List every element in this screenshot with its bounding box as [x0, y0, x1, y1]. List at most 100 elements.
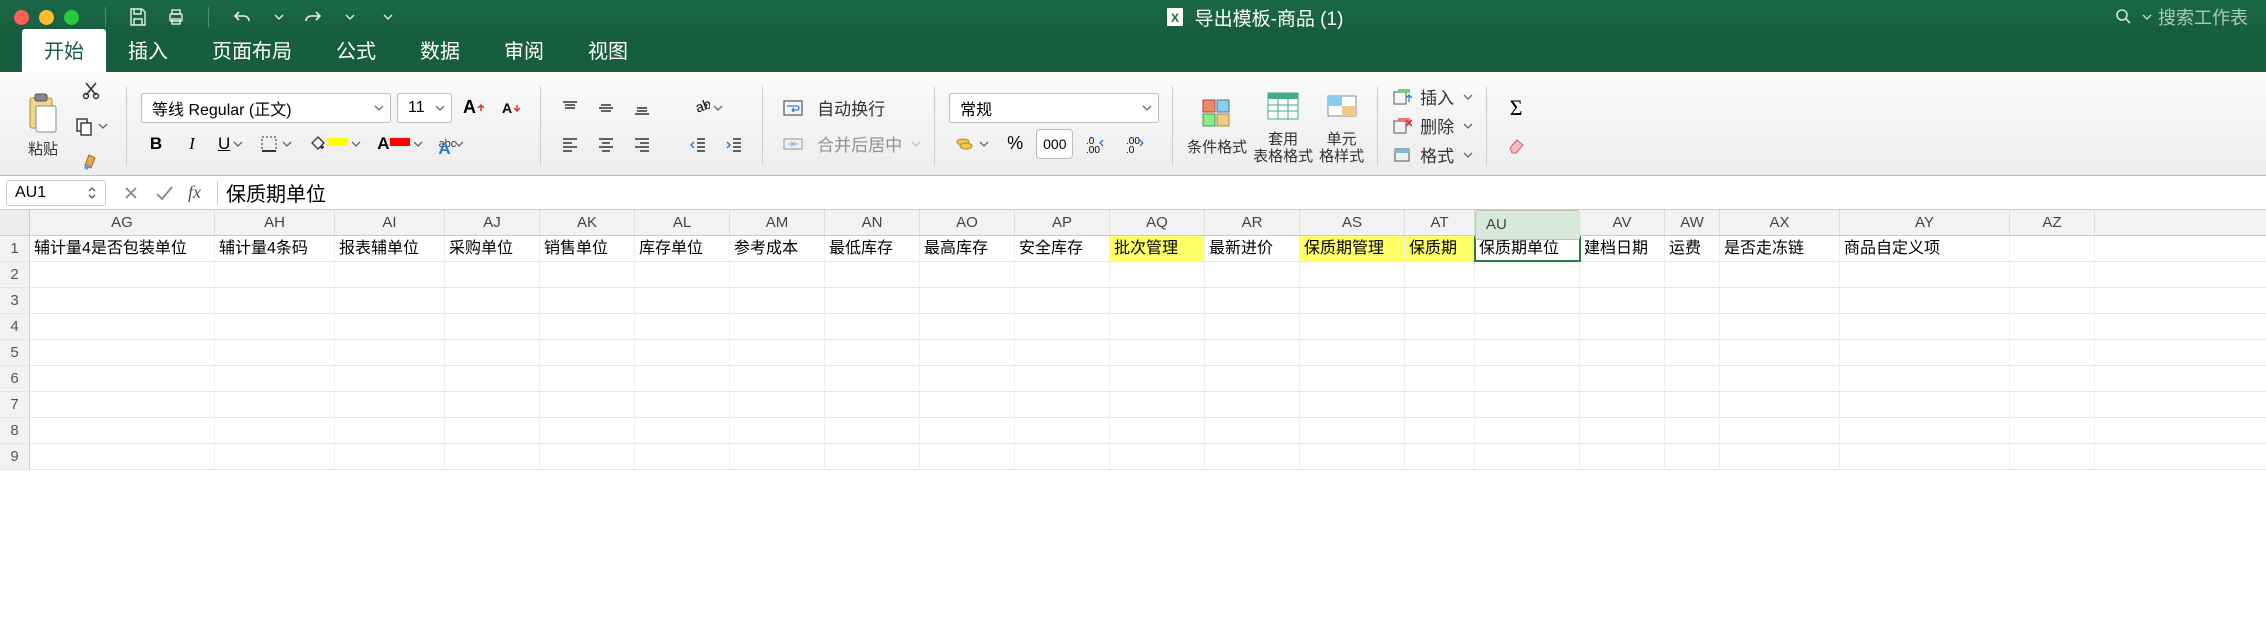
delete-cells-button[interactable]: 删除 [1392, 113, 1473, 138]
cell-AM1[interactable]: 参考成本 [730, 236, 825, 261]
cell-AJ2[interactable] [445, 262, 540, 287]
tab-view[interactable]: 视图 [566, 29, 650, 72]
cell-AP6[interactable] [1015, 366, 1110, 391]
cell-AX8[interactable] [1720, 418, 1840, 443]
cell-AW8[interactable] [1665, 418, 1720, 443]
cell-AS4[interactable] [1300, 314, 1405, 339]
redo-icon[interactable] [302, 7, 324, 27]
cell-AZ6[interactable] [2010, 366, 2095, 391]
cell-AO1[interactable]: 最高库存 [920, 236, 1015, 261]
column-header-AS[interactable]: AS [1300, 210, 1405, 235]
cell-AU8[interactable] [1475, 418, 1580, 443]
cell-AZ1[interactable] [2010, 236, 2095, 261]
paste-icon[interactable] [24, 92, 62, 136]
copy-button[interactable] [68, 111, 113, 141]
column-header-AJ[interactable]: AJ [445, 210, 540, 235]
cell-AV9[interactable] [1580, 444, 1665, 469]
cell-AL7[interactable] [635, 392, 730, 417]
cell-AR4[interactable] [1205, 314, 1300, 339]
cell-AY7[interactable] [1840, 392, 2010, 417]
cell-AN2[interactable] [825, 262, 920, 287]
cut-button[interactable] [68, 75, 113, 105]
autosum-button[interactable]: Σ [1501, 93, 1531, 123]
decrease-font-button[interactable]: A [497, 93, 527, 123]
cell-AW2[interactable] [1665, 262, 1720, 287]
align-left-button[interactable] [555, 129, 585, 159]
cell-AX4[interactable] [1720, 314, 1840, 339]
cell-AT4[interactable] [1405, 314, 1475, 339]
italic-button[interactable]: I [177, 129, 207, 159]
cell-AK5[interactable] [540, 340, 635, 365]
cell-AZ2[interactable] [2010, 262, 2095, 287]
cell-AW7[interactable] [1665, 392, 1720, 417]
cell-AZ3[interactable] [2010, 288, 2095, 313]
name-box[interactable]: AU1 [6, 180, 106, 206]
cell-AW3[interactable] [1665, 288, 1720, 313]
cell-AY5[interactable] [1840, 340, 2010, 365]
cell-AS3[interactable] [1300, 288, 1405, 313]
cell-AO5[interactable] [920, 340, 1015, 365]
cell-AT9[interactable] [1405, 444, 1475, 469]
cell-AG7[interactable] [30, 392, 215, 417]
cell-AN9[interactable] [825, 444, 920, 469]
cell-AX6[interactable] [1720, 366, 1840, 391]
cell-AT1[interactable]: 保质期 [1405, 236, 1475, 261]
cell-AS5[interactable] [1300, 340, 1405, 365]
tab-review[interactable]: 审阅 [482, 29, 566, 72]
cell-AV7[interactable] [1580, 392, 1665, 417]
cell-AV1[interactable]: 建档日期 [1580, 236, 1665, 261]
currency-button[interactable] [949, 129, 994, 159]
cell-AN8[interactable] [825, 418, 920, 443]
font-name-select[interactable]: 等线 Regular (正文) [141, 93, 391, 123]
column-header-AW[interactable]: AW [1665, 210, 1720, 235]
cell-AK4[interactable] [540, 314, 635, 339]
cell-AG9[interactable] [30, 444, 215, 469]
increase-indent-button[interactable] [719, 129, 749, 159]
cell-AY3[interactable] [1840, 288, 2010, 313]
cell-AP5[interactable] [1015, 340, 1110, 365]
cell-AO4[interactable] [920, 314, 1015, 339]
print-icon[interactable] [166, 7, 186, 27]
cell-AX7[interactable] [1720, 392, 1840, 417]
accept-formula-icon[interactable] [154, 184, 174, 202]
align-top-button[interactable] [555, 93, 585, 123]
save-icon[interactable] [128, 7, 148, 27]
cell-AK3[interactable] [540, 288, 635, 313]
cell-AN6[interactable] [825, 366, 920, 391]
cell-AO2[interactable] [920, 262, 1015, 287]
redo-dropdown-icon[interactable] [345, 14, 355, 20]
cell-AI1[interactable]: 报表辅单位 [335, 236, 445, 261]
paste-label[interactable]: 粘贴 [28, 142, 58, 159]
column-header-AZ[interactable]: AZ [2010, 210, 2095, 235]
cancel-formula-icon[interactable] [122, 184, 140, 202]
cell-AL8[interactable] [635, 418, 730, 443]
column-header-AM[interactable]: AM [730, 210, 825, 235]
row-header-4[interactable]: 4 [0, 314, 30, 339]
cell-AP8[interactable] [1015, 418, 1110, 443]
align-bottom-button[interactable] [627, 93, 657, 123]
cell-AJ1[interactable]: 采购单位 [445, 236, 540, 261]
wrap-text-button[interactable] [777, 93, 809, 123]
conditional-format-icon[interactable] [1197, 94, 1237, 134]
cell-AO3[interactable] [920, 288, 1015, 313]
minimize-window-button[interactable] [39, 10, 54, 25]
phonetic-button[interactable]: abcA [434, 129, 469, 159]
align-right-button[interactable] [627, 129, 657, 159]
cell-AH9[interactable] [215, 444, 335, 469]
column-header-AQ[interactable]: AQ [1110, 210, 1205, 235]
cell-AV3[interactable] [1580, 288, 1665, 313]
cell-AS9[interactable] [1300, 444, 1405, 469]
cell-AV8[interactable] [1580, 418, 1665, 443]
cell-AK1[interactable]: 销售单位 [540, 236, 635, 261]
border-button[interactable] [254, 129, 297, 159]
cell-AW4[interactable] [1665, 314, 1720, 339]
cell-AV4[interactable] [1580, 314, 1665, 339]
cell-AG5[interactable] [30, 340, 215, 365]
cell-AX9[interactable] [1720, 444, 1840, 469]
cell-AL9[interactable] [635, 444, 730, 469]
cell-AM8[interactable] [730, 418, 825, 443]
column-header-AK[interactable]: AK [540, 210, 635, 235]
column-header-AG[interactable]: AG [30, 210, 215, 235]
cell-AQ1[interactable]: 批次管理 [1110, 236, 1205, 261]
cell-AR5[interactable] [1205, 340, 1300, 365]
